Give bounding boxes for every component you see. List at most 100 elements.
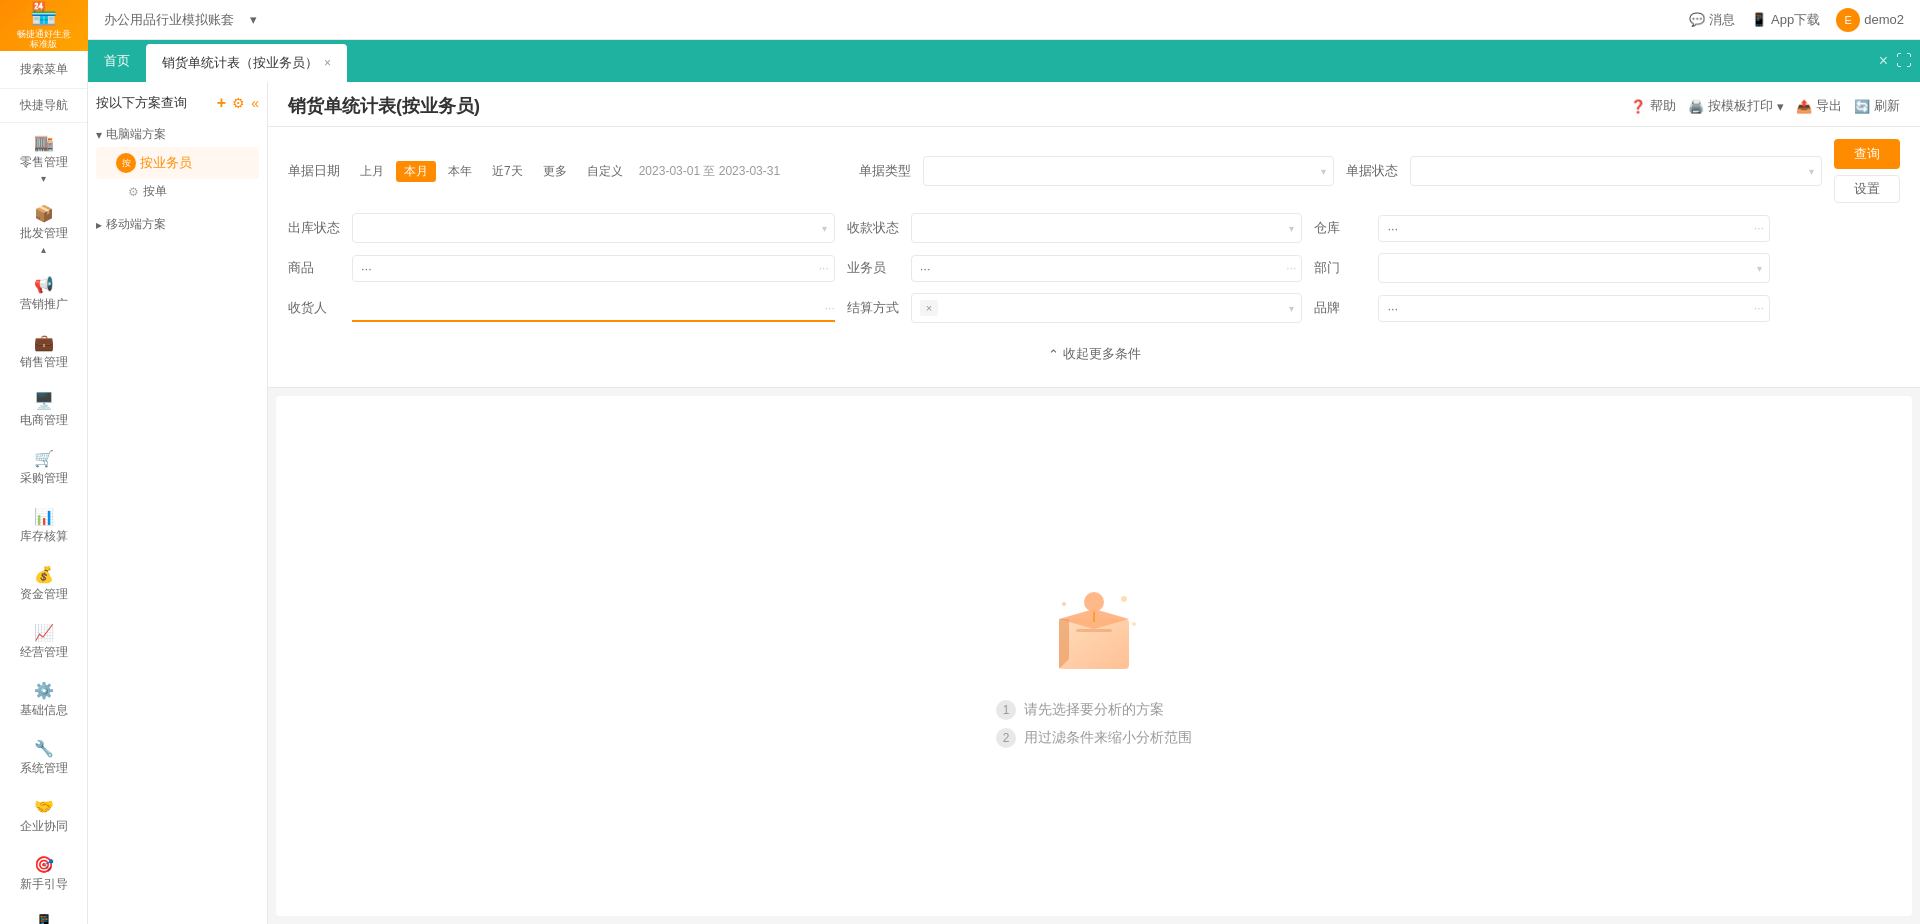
mobile-scheme-label: 移动端方案	[106, 216, 166, 233]
recv-status-select: ▾	[911, 213, 1303, 243]
sidebar-item-marketing-label: 营销推广	[20, 296, 68, 313]
doc-type-display[interactable]	[923, 156, 1335, 186]
sidebar-item-finance-label: 资金管理	[20, 586, 68, 603]
out-status-display[interactable]	[352, 213, 835, 243]
window-controls: × ⛶	[1879, 52, 1920, 70]
export-button[interactable]: 📤 导出	[1796, 97, 1842, 115]
help-button[interactable]: ❓ 帮助	[1630, 97, 1676, 115]
goods-input-wrap: ···	[352, 255, 835, 282]
sidebar-item-marketing[interactable]: 📢 营销推广	[0, 265, 87, 323]
sidebar-item-newbie[interactable]: 🎯 新手引导	[0, 845, 87, 903]
settlement-label: 结算方式	[847, 299, 903, 317]
date-tab-last-month[interactable]: 上月	[352, 161, 392, 182]
filter-row-2: 出库状态 ▾ 收款状态 ▾ 仓库	[288, 213, 1900, 243]
topbar-left: 办公用品行业模拟账套 ▾	[104, 11, 257, 29]
scheme-item-salesperson[interactable]: 按 按业务员	[96, 147, 259, 179]
desktop-scheme-group-title[interactable]: ▾ 电脑端方案	[96, 122, 259, 147]
left-panel-actions: + ⚙ «	[217, 94, 259, 112]
sidebar-quick-nav[interactable]: 快捷导航	[0, 89, 87, 123]
goods-input[interactable]	[352, 255, 835, 282]
filter-area: 单据日期 上月 本月 本年 近7天 更多 自定义 2023-03-01 至 20…	[268, 127, 1920, 388]
print-dropdown-icon: ▾	[1777, 99, 1784, 114]
sidebar-logo: 🏪 畅捷通好生意 标准版	[0, 0, 88, 51]
dept-select: ▾	[1378, 253, 1770, 283]
query-button[interactable]: 查询	[1834, 139, 1900, 169]
print-button[interactable]: 🖨️ 按模板打印 ▾	[1688, 97, 1784, 115]
dropdown-icon: ▾	[250, 12, 257, 27]
doc-type-arrow-icon: ▾	[1321, 166, 1326, 177]
window-max-button[interactable]: ⛶	[1896, 52, 1912, 70]
warehouse-dots-icon: ···	[1754, 221, 1764, 235]
brand-input[interactable]	[1378, 295, 1770, 322]
logo-text: 畅捷通好生意	[17, 29, 71, 40]
tab-home[interactable]: 首页	[88, 40, 146, 82]
refresh-button[interactable]: 🔄 刷新	[1854, 97, 1900, 115]
settings-button[interactable]: 设置	[1834, 175, 1900, 203]
receiver-input-wrap: ···	[352, 295, 835, 322]
sidebar-item-inventory[interactable]: 📊 库存核算	[0, 497, 87, 555]
salesperson-input[interactable]	[911, 255, 1303, 282]
sidebar-item-basic[interactable]: ⚙️ 基础信息	[0, 671, 87, 729]
dept-label: 部门	[1314, 259, 1370, 277]
tab-home-label: 首页	[104, 52, 130, 70]
collapse-bar: ⌃ 收起更多条件	[288, 333, 1900, 375]
settlement-tag: ×	[920, 300, 938, 316]
basic-icon: ⚙️	[34, 681, 54, 700]
recv-status-display[interactable]	[911, 213, 1303, 243]
sidebar-item-retail[interactable]: 🏬 零售管理 ▾	[0, 123, 87, 194]
sidebar-item-purchase[interactable]: 🛒 采购管理	[0, 439, 87, 497]
svg-point-7	[1084, 592, 1104, 612]
tab-close-button[interactable]: ×	[324, 56, 331, 70]
sidebar-item-system-label: 系统管理	[20, 760, 68, 777]
sidebar-item-wholesale[interactable]: 📦 批发管理 ▴	[0, 194, 87, 265]
date-tab-this-month[interactable]: 本月	[396, 161, 436, 182]
sidebar-item-sales[interactable]: 💼 销售管理	[0, 323, 87, 381]
sidebar-search-menu[interactable]: 搜索菜单	[0, 51, 87, 89]
brand-input-wrap: ···	[1378, 295, 1770, 322]
print-icon: 🖨️	[1688, 99, 1704, 114]
tab-sales-report[interactable]: 销货单统计表（按业务员） ×	[146, 44, 347, 82]
add-scheme-button[interactable]: +	[217, 94, 226, 112]
date-tab-custom[interactable]: 自定义	[579, 161, 631, 182]
operation-icon: 📈	[34, 623, 54, 642]
sidebar-item-finance[interactable]: 💰 资金管理	[0, 555, 87, 613]
topbar-dropdown[interactable]: ▾	[250, 12, 257, 27]
tab-active-label: 销货单统计表（按业务员）	[162, 54, 318, 72]
settlement-display[interactable]: ×	[911, 293, 1303, 323]
date-tab-this-year[interactable]: 本年	[440, 161, 480, 182]
marketing-icon: 📢	[34, 275, 54, 294]
topbar-title: 办公用品行业模拟账套	[104, 11, 234, 29]
svg-point-4	[1121, 596, 1127, 602]
topbar-user[interactable]: E demo2	[1836, 8, 1904, 32]
warehouse-input[interactable]	[1378, 215, 1770, 242]
collapse-button[interactable]: ⌃ 收起更多条件	[1036, 341, 1153, 367]
topbar-message[interactable]: 💬 消息	[1689, 11, 1735, 29]
warehouse-label: 仓库	[1314, 219, 1370, 237]
enterprise-icon: 🤝	[34, 797, 54, 816]
sidebar-item-enterprise[interactable]: 🤝 企业协同	[0, 787, 87, 845]
scheme-sub-item-by-order[interactable]: ⚙ 按单	[96, 179, 259, 204]
tip2-text: 用过滤条件来缩小分析范围	[1024, 729, 1192, 747]
sidebar-item-appcenter[interactable]: 📱 应用中心	[0, 903, 87, 924]
date-tab-more[interactable]: 更多	[535, 161, 575, 182]
tip1-num: 1	[996, 700, 1016, 720]
brand-dots-icon: ···	[1754, 301, 1764, 315]
date-tab-7days[interactable]: 近7天	[484, 161, 531, 182]
doc-type-label: 单据类型	[859, 162, 915, 180]
collapse-panel-button[interactable]: «	[251, 95, 259, 111]
mobile-scheme-group-title[interactable]: ▸ 移动端方案	[96, 212, 259, 237]
brand-label: 品牌	[1314, 299, 1370, 317]
window-close-button[interactable]: ×	[1879, 52, 1888, 70]
sidebar-item-operation[interactable]: 📈 经营管理	[0, 613, 87, 671]
doc-status-display[interactable]	[1410, 156, 1822, 186]
sidebar-item-ecommerce-label: 电商管理	[20, 412, 68, 429]
sidebar-item-ecommerce[interactable]: 🖥️ 电商管理	[0, 381, 87, 439]
dept-display[interactable]	[1378, 253, 1770, 283]
topbar-app-download[interactable]: 📱 App下载	[1751, 11, 1820, 29]
svg-point-6	[1132, 622, 1136, 626]
sidebar-item-system[interactable]: 🔧 系统管理	[0, 729, 87, 787]
settlement-tag-remove[interactable]: ×	[926, 302, 932, 314]
receiver-input[interactable]	[352, 295, 835, 322]
scheme-settings-icon: ⚙	[232, 95, 245, 111]
recv-status-arrow-icon: ▾	[1289, 223, 1294, 234]
